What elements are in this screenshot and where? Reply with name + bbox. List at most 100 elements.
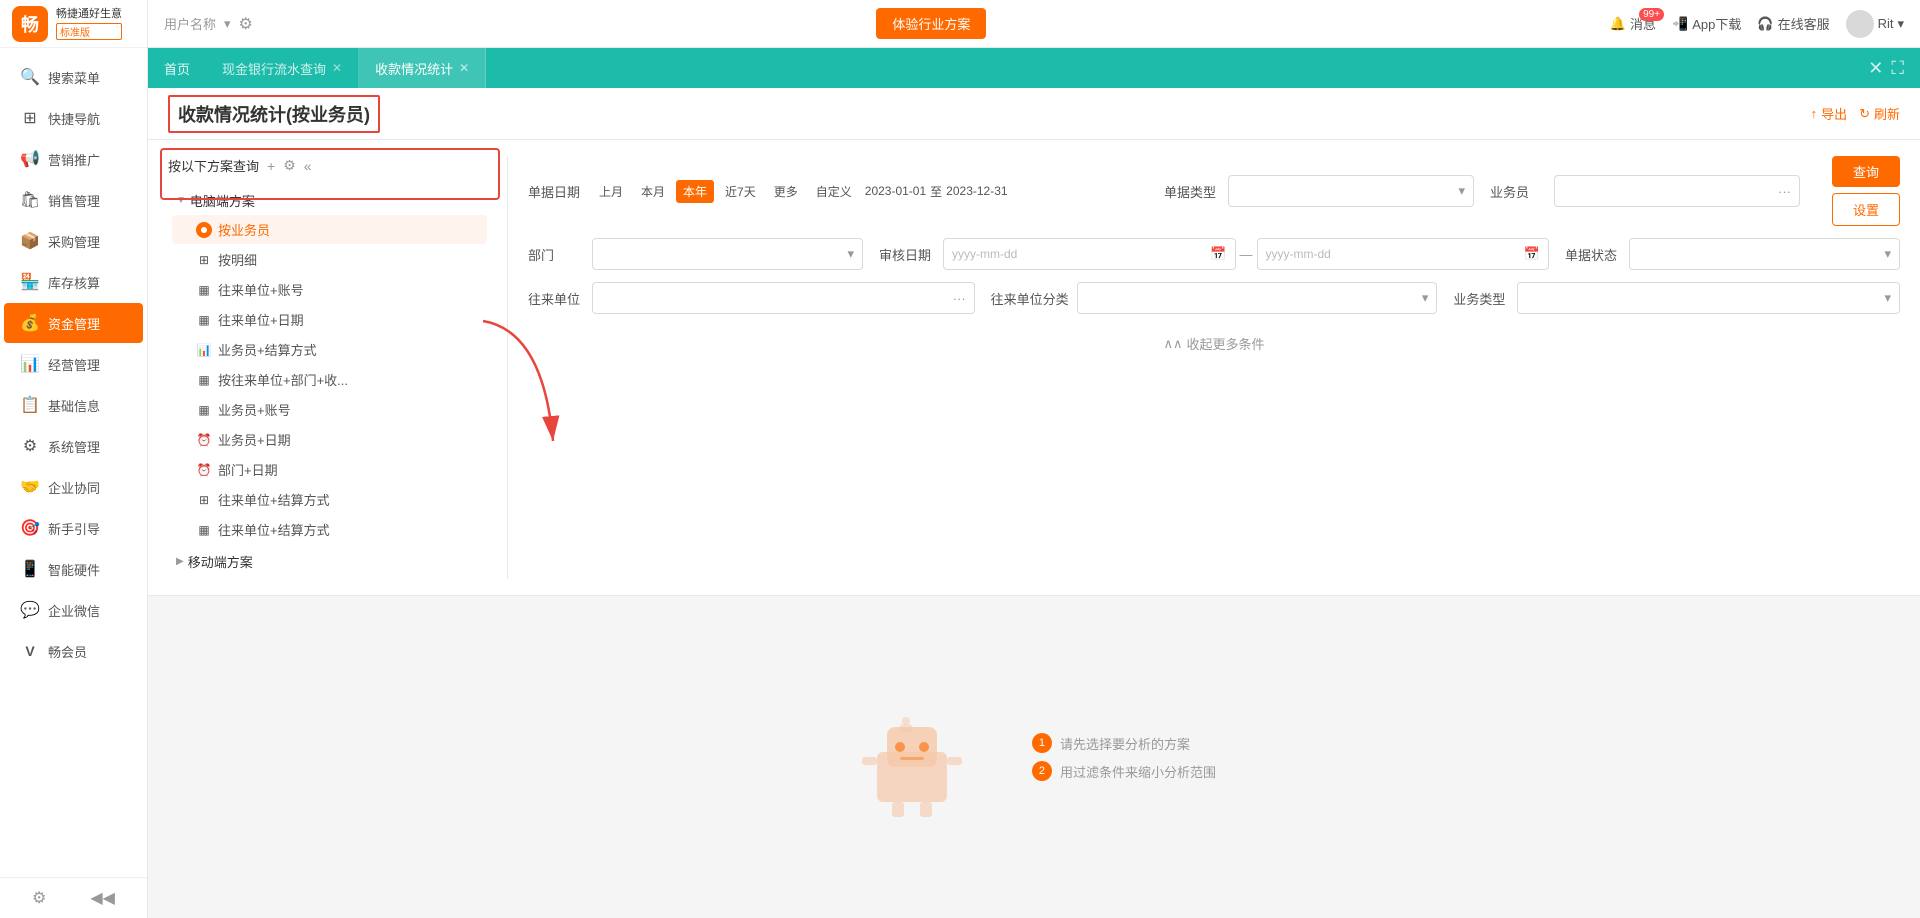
scheme-item-salesperson-account[interactable]: ▦ 业务员+账号 — [172, 395, 487, 424]
sidebar-item-system[interactable]: ⚙ 系统管理 — [4, 426, 143, 466]
sidebar-item-search[interactable]: 🔍 搜索菜单 — [4, 57, 143, 97]
scheme-group-desktop: ▼ 电脑端方案 按业务员 ⊞ 按明细 — [168, 187, 491, 544]
scheme-item-salesperson-settlement[interactable]: 📊 业务员+结算方式 — [172, 335, 487, 364]
query-actions: 查询 设置 — [1832, 156, 1900, 226]
salesperson-select[interactable]: ··· — [1554, 175, 1800, 207]
scheme-item-label: 按业务员 — [218, 220, 270, 239]
date-btn-custom[interactable]: 自定义 — [809, 180, 859, 203]
date-btn-last-7-days[interactable]: 近7天 — [718, 180, 763, 203]
scheme-group-desktop-header[interactable]: ▼ 电脑端方案 — [168, 187, 491, 214]
date-separator: — — [1240, 247, 1253, 262]
sidebar-item-finance[interactable]: 💰 资金管理 — [4, 303, 143, 343]
counterpart-select[interactable]: ··· — [592, 282, 975, 314]
scheme-item-unit-settlement1[interactable]: ⊞ 往来单位+结算方式 — [172, 485, 487, 514]
sidebar-item-marketing[interactable]: 📢 营销推广 — [4, 139, 143, 179]
trial-button[interactable]: 体验行业方案 — [876, 8, 986, 39]
scheme-icon-table: ▦ — [196, 282, 212, 298]
date-btn-this-year[interactable]: 本年 — [676, 180, 714, 203]
date-btn-more[interactable]: 更多 — [767, 180, 805, 203]
scheme-item-unit-dept[interactable]: ▦ 按往来单位+部门+收... — [172, 365, 487, 394]
settings-button[interactable]: 设置 — [1832, 193, 1900, 226]
salesperson-select-more: ··· — [1778, 184, 1791, 199]
tab-bar: 首页 现金银行流水查询 ✕ 收款情况统计 ✕ ✕ ⛶ — [148, 48, 1920, 88]
sidebar-item-quicknav[interactable]: ⊞ 快捷导航 — [4, 98, 143, 138]
doc-type-label: 单据类型 — [1164, 182, 1220, 201]
export-button[interactable]: ↑ 导出 — [1811, 104, 1848, 123]
scheme-group-mobile: ▶ 移动端方案 — [168, 548, 491, 575]
dept-select-arrow: ▾ — [847, 246, 854, 262]
collapse-conditions-button[interactable]: ∧∧ 收起更多条件 — [528, 326, 1900, 361]
scheme-and-filter: 按以下方案查询 + ⚙ « — [168, 156, 1900, 579]
header-gear-icon[interactable]: ⚙ — [239, 14, 253, 34]
scheme-item-unit-account[interactable]: ▦ 往来单位+账号 — [172, 275, 487, 304]
bank-tab-close-icon[interactable]: ✕ — [332, 61, 342, 75]
refresh-icon: ↻ — [1859, 106, 1870, 122]
message-badge: 99+ — [1639, 8, 1664, 21]
finance-icon: 💰 — [20, 313, 40, 333]
sidebar-item-operations[interactable]: 📊 经营管理 — [4, 344, 143, 384]
receipt-tab-close-icon[interactable]: ✕ — [459, 61, 469, 75]
tab-home[interactable]: 首页 — [148, 48, 206, 88]
approval-end-input[interactable]: yyyy-mm-dd 📅 — [1257, 238, 1550, 270]
business-type-select[interactable]: ▾ — [1517, 282, 1900, 314]
tab-expand-icon[interactable]: ⛶ — [1891, 58, 1904, 79]
date-end-value: 2023-12-31 — [946, 184, 1007, 198]
page-content: 收款情况统计(按业务员) ↑ 导出 ↻ 刷新 — [148, 88, 1920, 918]
group-label: 电脑端方案 — [190, 191, 255, 210]
date-btn-this-month[interactable]: 本月 — [634, 180, 672, 203]
scheme-item-by-salesperson[interactable]: 按业务员 — [172, 215, 487, 244]
scheme-icon-grid: ⊞ — [196, 252, 212, 268]
download-icon: 📲 — [1672, 16, 1688, 32]
scheme-collapse-icon[interactable]: « — [304, 158, 312, 174]
scheme-group-mobile-header[interactable]: ▶ 移动端方案 — [168, 548, 491, 575]
app-download-button[interactable]: 📲 App下载 — [1672, 14, 1741, 33]
date-btn-last-month[interactable]: 上月 — [592, 180, 630, 203]
scheme-item-label: 往来单位+结算方式 — [218, 490, 330, 509]
header-dropdown-icon[interactable]: ▾ — [224, 16, 231, 32]
scheme-item-dept-date[interactable]: ⏰ 部门+日期 — [172, 455, 487, 484]
sidebar-item-basic[interactable]: 📋 基础信息 — [4, 385, 143, 425]
scheme-item-label: 按明细 — [218, 250, 257, 269]
sidebar-item-enterprise[interactable]: 🤝 企业协同 — [4, 467, 143, 507]
filter-row-1: 单据日期 上月 本月 本年 近7天 更多 自定义 — [528, 156, 1900, 226]
tab-bank[interactable]: 现金银行流水查询 ✕ — [206, 48, 359, 88]
data-area: 1 请先选择要分析的方案 2 用过滤条件来缩小分析范围 — [148, 596, 1920, 918]
scheme-item-salesperson-date[interactable]: ⏰ 业务员+日期 — [172, 425, 487, 454]
scheme-header: 按以下方案查询 + ⚙ « — [168, 156, 491, 175]
sidebar-item-member[interactable]: V 畅会员 — [4, 631, 143, 671]
group-expand-icon: ▼ — [176, 195, 186, 206]
dept-select[interactable]: ▾ — [592, 238, 863, 270]
message-button[interactable]: 🔔 消息 99+ — [1610, 14, 1656, 33]
scheme-add-icon[interactable]: + — [267, 158, 275, 174]
doc-type-select-arrow: ▾ — [1458, 183, 1465, 199]
sidebar-item-sales[interactable]: 🛍 销售管理 — [4, 180, 143, 220]
marketing-icon: 📢 — [20, 149, 40, 169]
scheme-item-unit-settlement2[interactable]: ▦ 往来单位+结算方式 — [172, 515, 487, 544]
sidebar-item-wechat[interactable]: 💬 企业微信 — [4, 590, 143, 630]
sidebar-item-hardware[interactable]: 📱 智能硬件 — [4, 549, 143, 589]
scheme-settings-icon[interactable]: ⚙ — [283, 157, 296, 174]
scheme-item-by-detail[interactable]: ⊞ 按明细 — [172, 245, 487, 274]
user-avatar-area[interactable]: Rit ▾ — [1846, 10, 1904, 38]
online-service-button[interactable]: 🎧 在线客服 — [1757, 14, 1829, 33]
service-icon: 🎧 — [1757, 16, 1773, 32]
counterpart-category-select[interactable]: ▾ — [1077, 282, 1438, 314]
settings-bottom-icon[interactable]: ⚙ — [32, 888, 46, 908]
approval-start-input[interactable]: yyyy-mm-dd 📅 — [943, 238, 1236, 270]
page-title-actions: ↑ 导出 ↻ 刷新 — [1811, 104, 1900, 123]
tab-close-all-icon[interactable]: ✕ — [1868, 58, 1883, 79]
sidebar-item-inventory[interactable]: 🏪 库存核算 — [4, 262, 143, 302]
sidebar-item-purchase[interactable]: 📦 采购管理 — [4, 221, 143, 261]
sidebar-item-guide[interactable]: 🎯 新手引导 — [4, 508, 143, 548]
scheme-header-label: 按以下方案查询 — [168, 156, 259, 175]
refresh-button[interactable]: ↻ 刷新 — [1859, 104, 1900, 123]
tab-receipt[interactable]: 收款情况统计 ✕ — [359, 48, 486, 88]
scheme-item-unit-date[interactable]: ▦ 往来单位+日期 — [172, 305, 487, 334]
query-button[interactable]: 查询 — [1832, 156, 1900, 187]
collapse-label: 收起更多条件 — [1187, 334, 1265, 353]
doc-status-select[interactable]: ▾ — [1629, 238, 1900, 270]
user-avatar — [1846, 10, 1874, 38]
collapse-sidebar-icon[interactable]: ◀◀ — [90, 888, 115, 908]
counterpart-category-arrow: ▾ — [1422, 290, 1429, 306]
doc-type-select[interactable]: ▾ — [1228, 175, 1474, 207]
